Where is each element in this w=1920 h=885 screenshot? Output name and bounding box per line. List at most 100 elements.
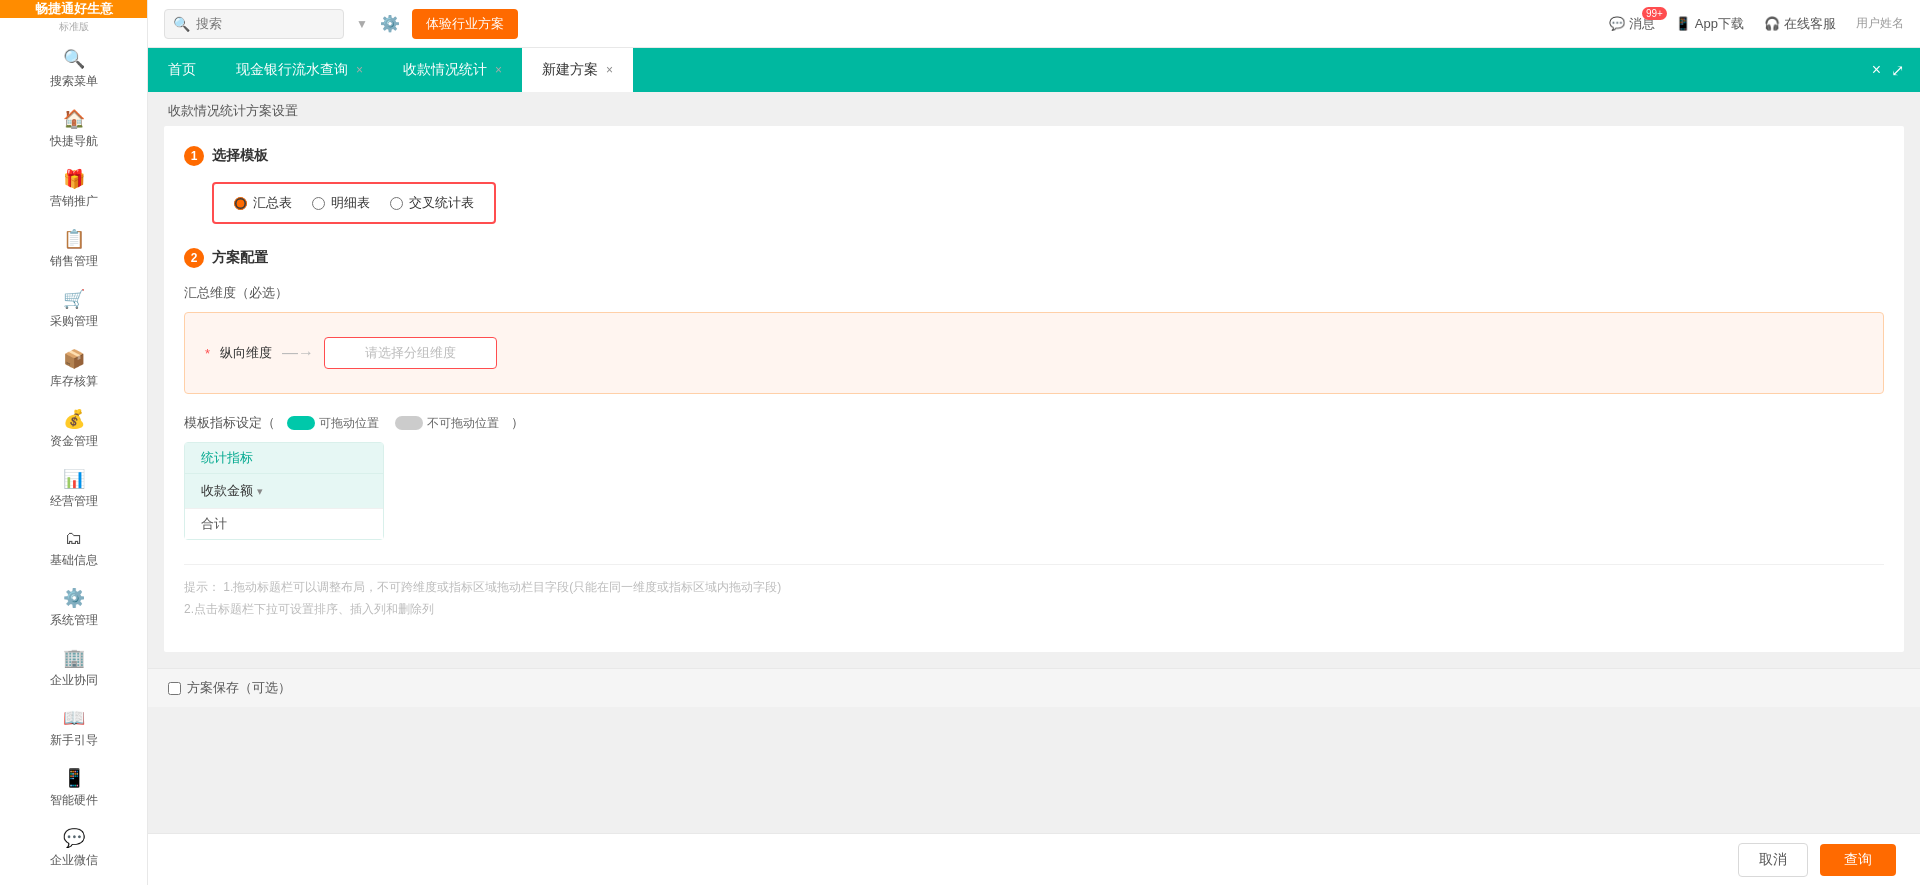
sidebar-item-guide[interactable]: 📖 新手引导 <box>0 697 147 757</box>
sidebar-item-search-menu[interactable]: 🔍 搜索菜单 <box>0 38 147 98</box>
vertical-dimension-label: 纵向维度 <box>220 344 272 362</box>
tip-text-1: 提示： 1.拖动标题栏可以调整布局，不可跨维度或指标区域拖动栏目字段(只能在同一… <box>184 577 1884 599</box>
system-icon: ⚙️ <box>63 587 85 609</box>
sidebar-item-label: 营销推广 <box>50 193 98 210</box>
tab-home-label: 首页 <box>168 61 196 79</box>
template-select-box: 汇总表 明细表 交叉统计表 <box>212 182 496 224</box>
draggable-dot <box>287 416 315 430</box>
dimension-area: * 纵向维度 —→ 请选择分组维度 <box>184 312 1884 394</box>
sidebar-item-system[interactable]: ⚙️ 系统管理 <box>0 577 147 637</box>
metric-settings: 模板指标设定（ 可拖动位置 不可拖动位置 ） <box>184 414 1884 540</box>
support-label: 在线客服 <box>1784 15 1836 33</box>
close-window-icon[interactable]: × <box>1872 61 1881 79</box>
query-button[interactable]: 查询 <box>1820 844 1896 876</box>
search-icon: 🔍 <box>173 16 190 32</box>
tab-receipt-stat-label: 收款情况统计 <box>403 61 487 79</box>
basic-icon: 🗂 <box>65 528 83 549</box>
metric-legend: 可拖动位置 不可拖动位置 <box>287 415 499 432</box>
sales-icon: 📋 <box>63 228 85 250</box>
metric-close-paren: ） <box>511 414 524 432</box>
sidebar-item-operations[interactable]: 📊 经营管理 <box>0 458 147 518</box>
sidebar-item-sales[interactable]: 📋 销售管理 <box>0 218 147 278</box>
notification-badge: 99+ <box>1642 7 1667 20</box>
arrow-icon: —→ <box>282 344 314 362</box>
legend-draggable: 可拖动位置 <box>287 415 379 432</box>
metric-subrow: 合计 <box>185 509 383 539</box>
section2-title: 2 方案配置 <box>184 248 1884 268</box>
sidebar-item-hardware[interactable]: 📱 智能硬件 <box>0 757 147 817</box>
save-option-label: 方案保存（可选） <box>187 679 291 697</box>
cancel-button[interactable]: 取消 <box>1738 843 1808 877</box>
operations-icon: 📊 <box>63 468 85 490</box>
section2: 2 方案配置 汇总维度（必选） * 纵向维度 —→ 请选择分组维度 模板指标设定… <box>184 248 1884 632</box>
notification-button[interactable]: 💬 消息 99+ <box>1609 15 1655 33</box>
save-option-checkbox[interactable] <box>168 682 181 695</box>
page-header: 收款情况统计方案设置 <box>148 92 1920 126</box>
trial-button[interactable]: 体验行业方案 <box>412 9 518 39</box>
metric-header: 模板指标设定（ 可拖动位置 不可拖动位置 ） <box>184 414 1884 432</box>
settings-icon[interactable]: ⚙️ <box>380 14 400 33</box>
online-support-button[interactable]: 🎧 在线客服 <box>1764 15 1836 33</box>
tip-section: 提示： 1.拖动标题栏可以调整布局，不可跨维度或指标区域拖动栏目字段(只能在同一… <box>184 564 1884 632</box>
tab-home[interactable]: 首页 <box>148 48 216 92</box>
select-dimension-button[interactable]: 请选择分组维度 <box>324 337 497 369</box>
option-summary[interactable]: 汇总表 <box>234 194 292 212</box>
sidebar-item-wechat[interactable]: 💬 企业微信 <box>0 817 147 877</box>
sidebar-item-label: 基础信息 <box>50 552 98 569</box>
option-cross[interactable]: 交叉统计表 <box>390 194 474 212</box>
radio-cross[interactable] <box>390 197 403 210</box>
quick-nav-icon: 🏠 <box>63 108 85 130</box>
tab-receipt-stat-close-icon[interactable]: × <box>495 63 502 77</box>
option-summary-label: 汇总表 <box>253 194 292 212</box>
sidebar-item-finance[interactable]: 💰 资金管理 <box>0 398 147 458</box>
tip-text-2: 2.点击标题栏下拉可设置排序、插入列和删除列 <box>184 599 1884 621</box>
page-body: 1 选择模板 汇总表 明细表 交叉统计表 <box>164 126 1904 652</box>
option-detail-label: 明细表 <box>331 194 370 212</box>
tab-bank-flow-close-icon[interactable]: × <box>356 63 363 77</box>
sidebar-item-basic[interactable]: 🗂 基础信息 <box>0 518 147 577</box>
sidebar-item-inventory[interactable]: 📦 库存核算 <box>0 338 147 398</box>
search-input[interactable] <box>196 16 326 31</box>
tab-receipt-stat[interactable]: 收款情况统计 × <box>383 48 522 92</box>
guide-icon: 📖 <box>63 707 85 729</box>
sidebar-item-label: 智能硬件 <box>50 792 98 809</box>
sidebar-item-marketing[interactable]: 🎁 营销推广 <box>0 158 147 218</box>
page-title: 收款情况统计方案设置 <box>168 103 298 118</box>
sidebar-item-label: 经营管理 <box>50 493 98 510</box>
support-icon: 🎧 <box>1764 16 1780 31</box>
topbar-chevron-icon[interactable]: ▼ <box>356 17 368 31</box>
fixed-dot <box>395 416 423 430</box>
sidebar-item-member[interactable]: 👑 畅会员 <box>0 877 147 885</box>
nav-tabs: 首页 现金银行流水查询 × 收款情况统计 × 新建方案 × × ⤢ <box>148 48 1920 92</box>
radio-summary[interactable] <box>234 197 247 210</box>
fixed-label: 不可拖动位置 <box>427 415 499 432</box>
page-footer: 方案保存（可选） <box>148 668 1920 707</box>
col-dropdown-arrow[interactable]: ▾ <box>257 485 263 497</box>
tab-new-plan-close-icon[interactable]: × <box>606 63 613 77</box>
section2-num: 2 <box>184 248 204 268</box>
search-box[interactable]: 🔍 <box>164 9 344 39</box>
sidebar-item-enterprise[interactable]: 🏢 企业协同 <box>0 637 147 697</box>
topbar: 🔍 ▼ ⚙️ 体验行业方案 💬 消息 99+ 📱 App下载 🎧 在线客服 用户… <box>148 0 1920 48</box>
tab-new-plan-label: 新建方案 <box>542 61 598 79</box>
nav-tab-actions: × ⤢ <box>1872 61 1920 80</box>
stat-label: 统计指标 <box>201 449 253 467</box>
tab-bank-flow[interactable]: 现金银行流水查询 × <box>216 48 383 92</box>
sidebar-item-label: 资金管理 <box>50 433 98 450</box>
hardware-icon: 📱 <box>63 767 85 789</box>
content-area: 收款情况统计方案设置 1 选择模板 汇总表 明细表 交叉统计表 <box>148 92 1920 833</box>
app-download-button[interactable]: 📱 App下载 <box>1675 15 1744 33</box>
sidebar-item-quick-nav[interactable]: 🏠 快捷导航 <box>0 98 147 158</box>
sidebar-item-purchase[interactable]: 🛒 采购管理 <box>0 278 147 338</box>
metric-col-header[interactable]: 收款金额 ▾ <box>185 474 383 509</box>
metric-table-header: 统计指标 <box>185 443 383 474</box>
section2-label: 方案配置 <box>212 249 268 267</box>
required-star: * <box>205 346 210 361</box>
bottom-bar: 取消 查询 <box>148 833 1920 885</box>
tab-new-plan[interactable]: 新建方案 × <box>522 48 633 92</box>
expand-icon[interactable]: ⤢ <box>1891 61 1904 80</box>
option-detail[interactable]: 明细表 <box>312 194 370 212</box>
radio-detail[interactable] <box>312 197 325 210</box>
download-icon: 📱 <box>1675 16 1691 31</box>
save-option-checkbox-wrap[interactable]: 方案保存（可选） <box>168 679 291 697</box>
